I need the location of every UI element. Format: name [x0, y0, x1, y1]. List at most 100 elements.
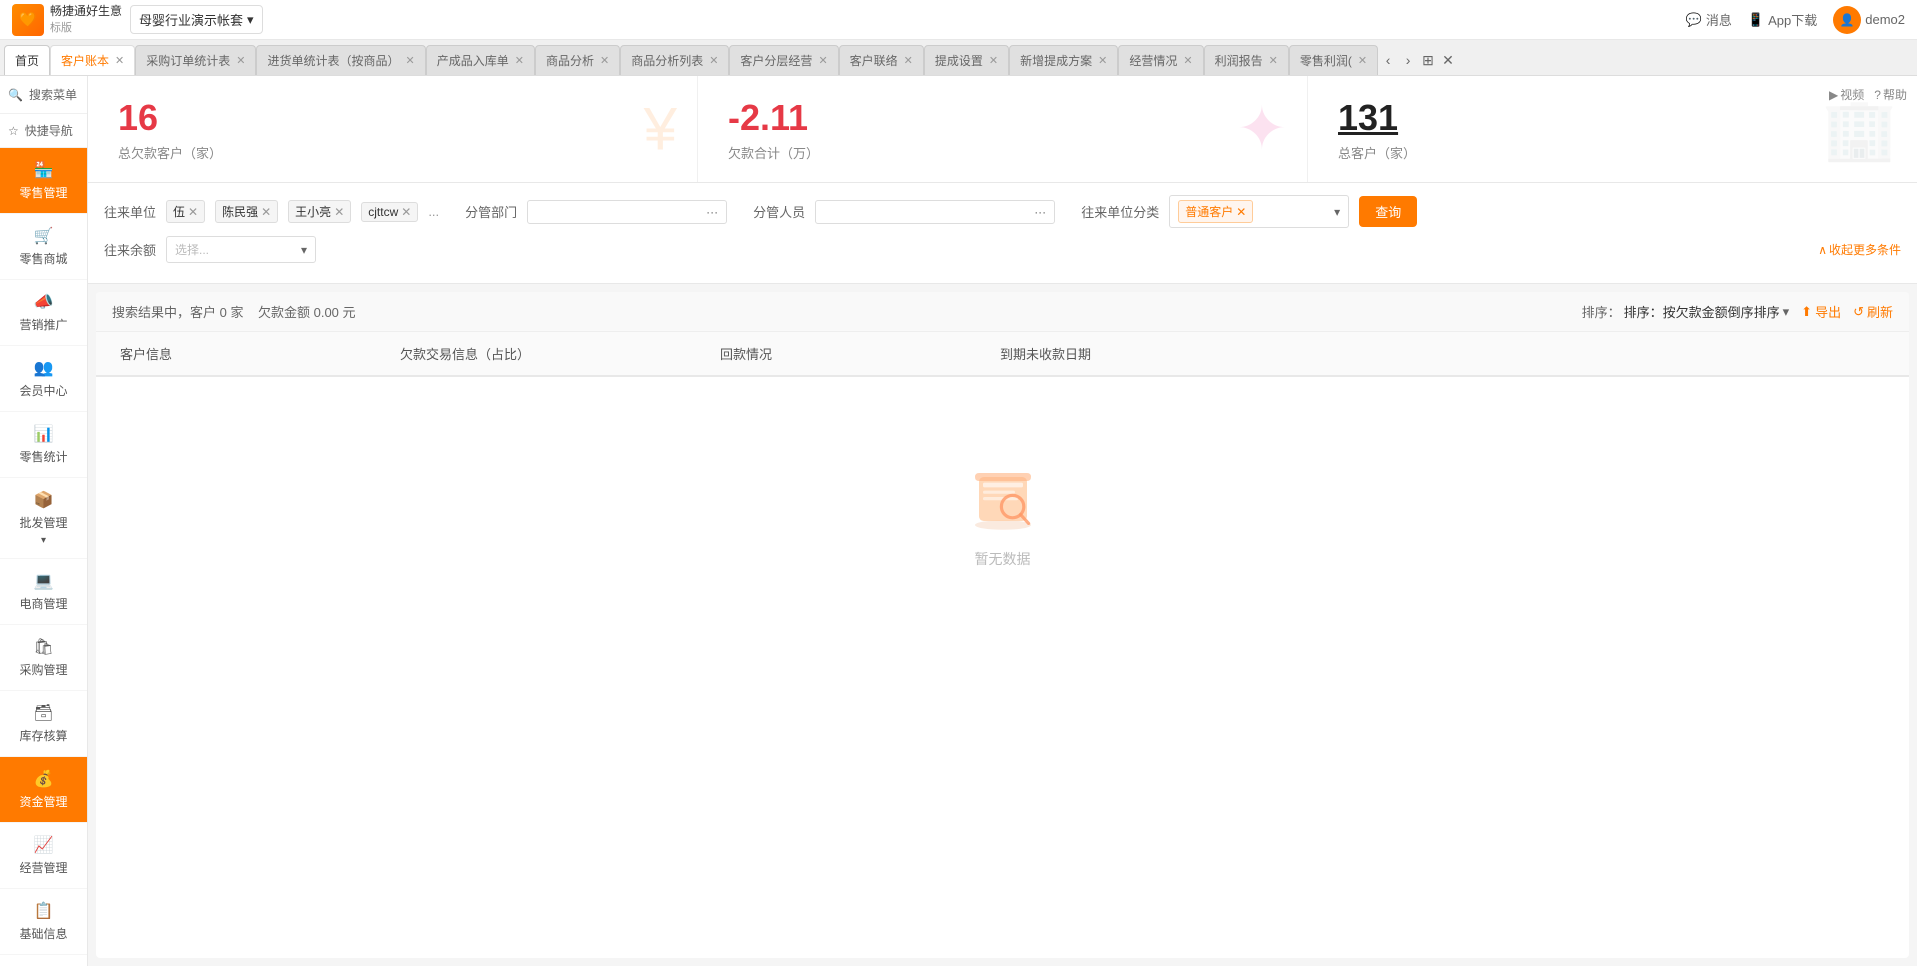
search-result-prefix: 搜索结果中，客户: [112, 305, 216, 320]
sidebar-item-basic-info[interactable]: 📋 基础信息: [0, 889, 87, 955]
tab-nav-dropdown[interactable]: ⊞: [1418, 45, 1438, 75]
refresh-icon: ↺: [1853, 304, 1864, 320]
header-right: 💬 消息 📱 App下载 👤 demo2: [1686, 6, 1905, 34]
sidebar-item-purchase-mgmt[interactable]: 🛍 采购管理: [0, 625, 87, 691]
main-layout: 🔍 搜索菜单 ☆ 快捷导航 🏪 零售管理 🛒 零售商城 📣 营销推广 👥 会员中…: [0, 76, 1917, 966]
tab-promotion-settings[interactable]: 提成设置 ✕: [924, 45, 1009, 75]
debt-label: 欠款金额: [258, 305, 310, 320]
chevron-up-icon: ∧: [1818, 243, 1827, 257]
tab-close-icon[interactable]: ✕: [709, 54, 718, 67]
sort-label-prefix: 排序：: [1582, 302, 1621, 321]
sidebar-item-batch-mgmt[interactable]: 📦 批发管理 ▾: [0, 478, 87, 559]
query-button[interactable]: 查询: [1359, 196, 1417, 227]
sidebar-item-marketing[interactable]: 📣 营销推广: [0, 280, 87, 346]
sidebar-item-system-mgmt[interactable]: ⚙ 系统管理: [0, 955, 87, 966]
stat-value-debt: -2.11: [728, 96, 808, 139]
sidebar-item-ecommerce[interactable]: 💻 电商管理: [0, 559, 87, 625]
tab-instock-stat[interactable]: 进货单统计表（按商品） ✕: [256, 45, 425, 75]
sidebar-item-retail-mall[interactable]: 🛒 零售商城: [0, 214, 87, 280]
tab-nav-prev[interactable]: ‹: [1378, 45, 1398, 75]
chevron-down-icon: ▾: [301, 243, 307, 257]
remove-tag-3[interactable]: ✕: [334, 205, 344, 219]
tab-close-icon[interactable]: ✕: [1098, 54, 1107, 67]
tab-purchase-order-label: 采购订单统计表: [146, 52, 230, 69]
table-empty-state: 暂无数据: [96, 377, 1909, 649]
unit-class-label: 往来单位分类: [1081, 202, 1159, 221]
sidebar-quick-nav[interactable]: ☆ 快捷导航: [0, 114, 87, 148]
tab-close-icon[interactable]: ✕: [989, 54, 998, 67]
export-button[interactable]: ⬆ 导出: [1801, 302, 1841, 321]
tab-close-icon[interactable]: ✕: [904, 54, 913, 67]
empty-text: 暂无数据: [975, 549, 1031, 569]
filter-more-btn[interactable]: ...: [428, 204, 439, 219]
refresh-button[interactable]: ↺ 刷新: [1853, 302, 1893, 321]
sort-select[interactable]: 排序： 排序：按欠款金额倒序排序 ▾: [1582, 302, 1790, 321]
tab-close-icon[interactable]: ✕: [515, 54, 524, 67]
tab-operation-status[interactable]: 经营情况 ✕: [1118, 45, 1203, 75]
tab-retail-profit-label: 零售利润(: [1300, 52, 1352, 69]
tab-close-icon[interactable]: ✕: [600, 54, 609, 67]
tab-retail-profit[interactable]: 零售利润( ✕: [1289, 45, 1378, 75]
tab-customer-account[interactable]: 客户账本 ✕: [50, 45, 135, 75]
sidebar-item-capital-mgmt[interactable]: 💰 资金管理: [0, 757, 87, 823]
tab-close-icon[interactable]: ✕: [115, 54, 124, 67]
balance-select[interactable]: 选择... ▾: [166, 236, 316, 263]
stats-row: 16 总欠款客户（家） ¥ -2.11 欠款合计（万） ✦ ▶ 视频 ? 帮助: [88, 76, 1917, 183]
tab-product-analysis[interactable]: 商品分析 ✕: [535, 45, 620, 75]
tab-new-promotion-plan[interactable]: 新增提成方案 ✕: [1009, 45, 1118, 75]
tab-product-analysis-list[interactable]: 商品分析列表 ✕: [620, 45, 729, 75]
tab-bar: 首页 客户账本 ✕ 采购订单统计表 ✕ 进货单统计表（按商品） ✕ 产成品入库单…: [0, 40, 1917, 76]
tab-home-label: 首页: [15, 52, 39, 69]
tab-home[interactable]: 首页: [4, 45, 50, 75]
tab-close-icon[interactable]: ✕: [1269, 54, 1278, 67]
person-more-icon: ···: [1034, 205, 1046, 219]
remove-tag-2[interactable]: ✕: [261, 205, 271, 219]
tab-purchase-order[interactable]: 采购订单统计表 ✕: [135, 45, 256, 75]
search-result-info: 搜索结果中，客户 0 家 欠款金额 0.00 元: [112, 302, 356, 321]
sidebar-item-member-center[interactable]: 👥 会员中心: [0, 346, 87, 412]
basic-info-icon: 📋: [34, 901, 54, 921]
tab-product-instock-label: 产成品入库单: [437, 52, 509, 69]
sidebar-item-label: 经营管理: [19, 859, 67, 876]
collapse-filter-btn[interactable]: ∧ 收起更多条件: [1818, 241, 1901, 258]
tab-customer-contact[interactable]: 客户联络 ✕: [839, 45, 924, 75]
remove-unit-class[interactable]: ✕: [1236, 205, 1246, 219]
account-selector[interactable]: 母婴行业演示帐套 ▾: [130, 5, 263, 34]
filter-tag-3: 王小亮 ✕: [288, 200, 351, 223]
tab-close-icon[interactable]: ✕: [1183, 54, 1192, 67]
unit-class-select[interactable]: 普通客户 ✕ ▾: [1169, 195, 1349, 228]
tab-close-all[interactable]: ✕: [1438, 45, 1458, 75]
mobile-icon: 📱: [1748, 12, 1764, 28]
remove-tag-1[interactable]: ✕: [188, 205, 198, 219]
tab-profit-report[interactable]: 利润报告 ✕: [1204, 45, 1289, 75]
user-menu[interactable]: 👤 demo2: [1833, 6, 1905, 34]
sort-label-value: 排序：按欠款金额倒序排序: [1624, 302, 1780, 321]
filter-row-2: 往来余额 选择... ▾ ∧ 收起更多条件: [104, 236, 1901, 263]
filter-tag-1: 伍 ✕: [166, 200, 205, 223]
quick-nav-label: 快捷导航: [25, 122, 73, 139]
tab-new-promotion-plan-label: 新增提成方案: [1020, 52, 1092, 69]
tab-close-icon[interactable]: ✕: [1358, 54, 1367, 67]
col-customer-info: 客户信息: [112, 332, 392, 375]
remove-tag-4[interactable]: ✕: [401, 205, 411, 219]
tab-close-icon[interactable]: ✕: [818, 54, 827, 67]
tab-close-icon[interactable]: ✕: [406, 54, 415, 67]
message-button[interactable]: 💬 消息: [1686, 10, 1732, 29]
debt-unit: 元: [343, 305, 356, 320]
sidebar-item-inventory[interactable]: 🗃 库存核算: [0, 691, 87, 757]
dept-select[interactable]: ···: [527, 200, 727, 224]
tab-product-instock[interactable]: 产成品入库单 ✕: [426, 45, 535, 75]
tab-nav-next[interactable]: ›: [1398, 45, 1418, 75]
tab-customer-segment[interactable]: 客户分层经营 ✕: [729, 45, 838, 75]
tab-close-icon[interactable]: ✕: [236, 54, 245, 67]
sidebar-item-retail-mgmt[interactable]: 🏪 零售管理: [0, 148, 87, 214]
unit-class-tag: 普通客户 ✕: [1178, 200, 1253, 223]
app-download-button[interactable]: 📱 App下载: [1748, 10, 1817, 29]
sidebar-search[interactable]: 🔍 搜索菜单: [0, 76, 87, 114]
purchase-icon: 🛍: [33, 637, 53, 657]
col-debt-info: 欠款交易信息（占比）: [392, 332, 712, 375]
shop-icon: 🏪: [34, 160, 54, 180]
sidebar-item-retail-stats[interactable]: 📊 零售统计: [0, 412, 87, 478]
sidebar-item-operation-mgmt[interactable]: 📈 经营管理: [0, 823, 87, 889]
person-select[interactable]: ···: [815, 200, 1055, 224]
